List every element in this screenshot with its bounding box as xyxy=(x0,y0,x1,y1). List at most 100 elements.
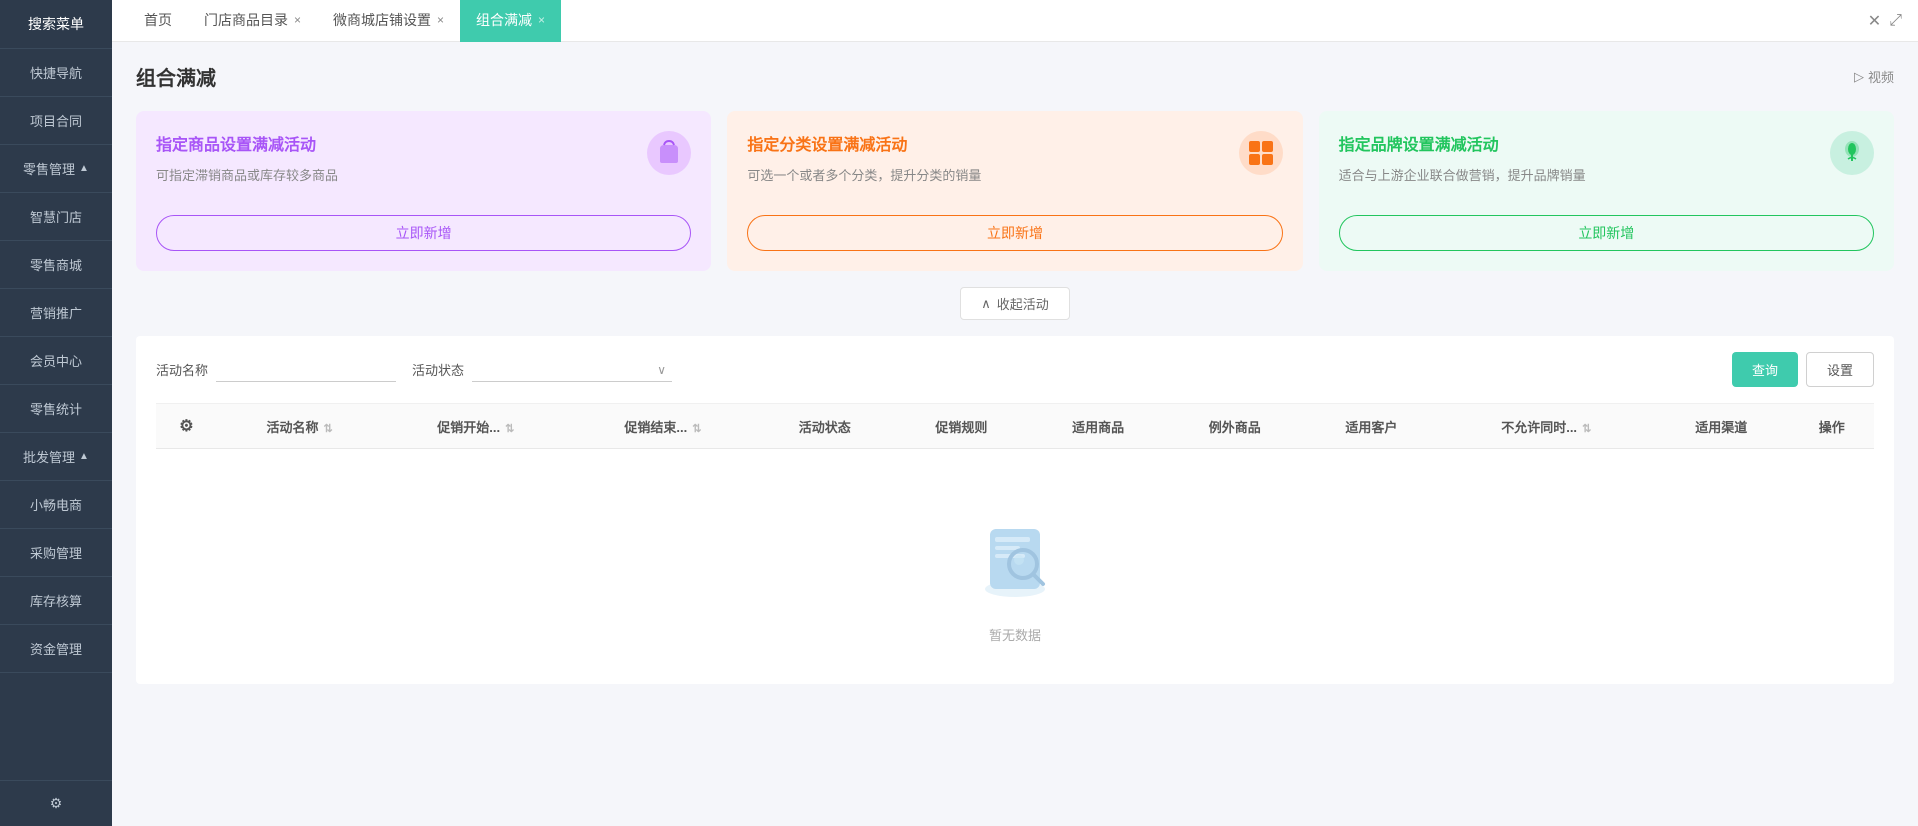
collapse-bar: ∧ 收起活动 xyxy=(136,287,1894,320)
activity-name-label: 活动名称 xyxy=(156,360,208,379)
sort-icon: ⇅ xyxy=(320,423,332,435)
tab-wechat-store-settings[interactable]: 微商城店铺设置 × xyxy=(317,0,460,42)
filter-row: 活动名称 活动状态 ∨ 查询 设置 xyxy=(156,352,1874,404)
sort-icon: ⇅ xyxy=(1579,423,1591,435)
col-applicable-channel: 适用渠道 xyxy=(1653,404,1790,449)
col-exception-goods: 例外商品 xyxy=(1166,404,1303,449)
sidebar-settings-button[interactable]: ⚙ xyxy=(0,780,112,826)
sidebar-item-inventory[interactable]: 库存核算 xyxy=(0,577,112,625)
card-add-button[interactable]: 立即新增 xyxy=(1339,215,1874,251)
chevron-down-icon: ▲ xyxy=(79,451,89,462)
card-add-button[interactable]: 立即新增 xyxy=(156,215,691,251)
col-label: 例外商品 xyxy=(1209,420,1261,435)
tab-label: 微商城店铺设置 xyxy=(333,10,431,30)
col-label: 活动名称 xyxy=(266,420,318,435)
sidebar-item-retail-stats[interactable]: 零售统计 xyxy=(0,385,112,433)
collapse-label: 收起活动 xyxy=(997,294,1049,313)
chevron-down-icon: ▲ xyxy=(79,163,89,174)
table-body: 暂无数据 xyxy=(156,449,1874,685)
sort-icon: ⇅ xyxy=(502,423,514,435)
sidebar-item-wholesale-mgmt[interactable]: 批发管理▲ xyxy=(0,433,112,481)
data-table: ⚙活动名称 ⇅促销开始... ⇅促销结束... ⇅活动状态促销规则适用商品例外商… xyxy=(156,404,1874,684)
activity-status-select[interactable] xyxy=(472,358,672,382)
col-label: 活动状态 xyxy=(799,420,851,435)
sidebar-item-smart-store[interactable]: 智慧门店 xyxy=(0,193,112,241)
search-actions: 查询 设置 xyxy=(1732,352,1874,387)
sidebar-item-retail-mgmt[interactable]: 零售管理▲ xyxy=(0,145,112,193)
sidebar-item-finance-mgmt[interactable]: 资金管理 xyxy=(0,625,112,673)
sidebar-item-marketing[interactable]: 营销推广 xyxy=(0,289,112,337)
activity-status-field: 活动状态 ∨ xyxy=(412,358,672,382)
tab-label: 首页 xyxy=(144,10,172,30)
page-header: 组合满减 ▷ 视频 xyxy=(136,62,1894,91)
col-label: 促销结束... xyxy=(624,420,687,435)
query-button[interactable]: 查询 xyxy=(1732,352,1798,387)
empty-state: 暂无数据 xyxy=(156,449,1874,684)
card-icon xyxy=(647,131,691,175)
settings-gear-icon[interactable]: ⚙ xyxy=(179,418,193,435)
activity-name-field: 活动名称 xyxy=(156,358,396,382)
sidebar-item-retail-mall[interactable]: 零售商城 xyxy=(0,241,112,289)
card-title: 指定品牌设置满减活动 xyxy=(1339,131,1874,155)
sort-icon: ⇅ xyxy=(689,423,701,435)
col-label: 适用商品 xyxy=(1072,420,1124,435)
card-product-card: 指定商品设置满减活动可指定滞销商品或库存较多商品立即新增 xyxy=(136,111,711,271)
card-desc: 可选一个或者多个分类，提升分类的销量 xyxy=(747,165,1282,199)
expand-window-icon[interactable]: ⤢ xyxy=(1889,12,1902,30)
tab-combo-discount[interactable]: 组合满减 × xyxy=(460,0,561,42)
col-not-allow-concurrent[interactable]: 不允许同时... ⇅ xyxy=(1440,404,1653,449)
video-label: 视频 xyxy=(1868,67,1894,86)
filter-table-wrapper: 活动名称 活动状态 ∨ 查询 设置 xyxy=(136,336,1894,684)
activity-name-input[interactable] xyxy=(216,358,396,382)
tab-close-icon[interactable]: × xyxy=(294,13,301,27)
empty-illustration xyxy=(965,509,1065,609)
page-title: 组合满减 xyxy=(136,62,216,91)
col-activity-name[interactable]: 活动名称 ⇅ xyxy=(217,404,382,449)
close-window-icon[interactable]: ✕ xyxy=(1868,11,1881,31)
sidebar-item-quick-nav[interactable]: 快捷导航 xyxy=(0,49,112,97)
tab-store-catalog[interactable]: 门店商品目录 × xyxy=(188,0,317,42)
sidebar-search[interactable]: 搜索菜单 xyxy=(0,0,112,49)
col-label: 促销开始... xyxy=(437,420,500,435)
col-applicable-goods: 适用商品 xyxy=(1030,404,1167,449)
col-activity-status: 活动状态 xyxy=(756,404,893,449)
card-title: 指定商品设置满减活动 xyxy=(156,131,691,155)
sidebar-item-purchase-mgmt[interactable]: 采购管理 xyxy=(0,529,112,577)
col-applicable-customer: 适用客户 xyxy=(1303,404,1440,449)
card-desc: 可指定滞销商品或库存较多商品 xyxy=(156,165,691,199)
tab-bar: 首页 门店商品目录 × 微商城店铺设置 × 组合满减 × ✕ ⤢ xyxy=(112,0,1918,42)
card-icon xyxy=(1830,131,1874,175)
collapse-icon: ∧ xyxy=(981,296,991,312)
tab-close-icon[interactable]: × xyxy=(437,13,444,27)
card-icon xyxy=(1239,131,1283,175)
col-promo-end[interactable]: 促销结束... ⇅ xyxy=(569,404,756,449)
col-label: 操作 xyxy=(1819,420,1845,435)
tab-label: 门店商品目录 xyxy=(204,10,288,30)
activity-status-label: 活动状态 xyxy=(412,360,464,379)
card-add-button[interactable]: 立即新增 xyxy=(747,215,1282,251)
col-promo-rule: 促销规则 xyxy=(893,404,1030,449)
tab-label: 组合满减 xyxy=(476,10,532,30)
col-settings: ⚙ xyxy=(156,404,217,449)
tab-bar-actions: ✕ ⤢ xyxy=(1868,11,1902,31)
main-area: 首页 门店商品目录 × 微商城店铺设置 × 组合满减 × ✕ ⤢ 组合满减 ▷ 视频 指定商… xyxy=(112,0,1918,826)
col-operation: 操作 xyxy=(1790,404,1874,449)
sidebar: 搜索菜单 快捷导航项目合同零售管理▲智慧门店零售商城营销推广会员中心零售统计批发… xyxy=(0,0,112,826)
col-label: 不允许同时... xyxy=(1501,420,1577,435)
card-title: 指定分类设置满减活动 xyxy=(747,131,1282,155)
video-link[interactable]: ▷ 视频 xyxy=(1854,67,1894,86)
empty-text: 暂无数据 xyxy=(989,625,1041,644)
card-category-card: 指定分类设置满减活动可选一个或者多个分类，提升分类的销量立即新增 xyxy=(727,111,1302,271)
tab-home[interactable]: 首页 xyxy=(128,0,188,42)
col-label: 促销规则 xyxy=(935,420,987,435)
settings-icon: ⚙ xyxy=(50,795,63,811)
collapse-button[interactable]: ∧ 收起活动 xyxy=(960,287,1070,320)
data-table-container: ⚙活动名称 ⇅促销开始... ⇅促销结束... ⇅活动状态促销规则适用商品例外商… xyxy=(156,404,1874,684)
sidebar-item-project-contract[interactable]: 项目合同 xyxy=(0,97,112,145)
tab-close-icon[interactable]: × xyxy=(538,13,545,27)
content-area: 组合满减 ▷ 视频 指定商品设置满减活动可指定滞销商品或库存较多商品立即新增指定… xyxy=(112,42,1918,826)
sidebar-item-member-center[interactable]: 会员中心 xyxy=(0,337,112,385)
col-promo-start[interactable]: 促销开始... ⇅ xyxy=(382,404,569,449)
sidebar-item-xiaochange-ecom[interactable]: 小畅电商 xyxy=(0,481,112,529)
settings-button[interactable]: 设置 xyxy=(1806,352,1874,387)
